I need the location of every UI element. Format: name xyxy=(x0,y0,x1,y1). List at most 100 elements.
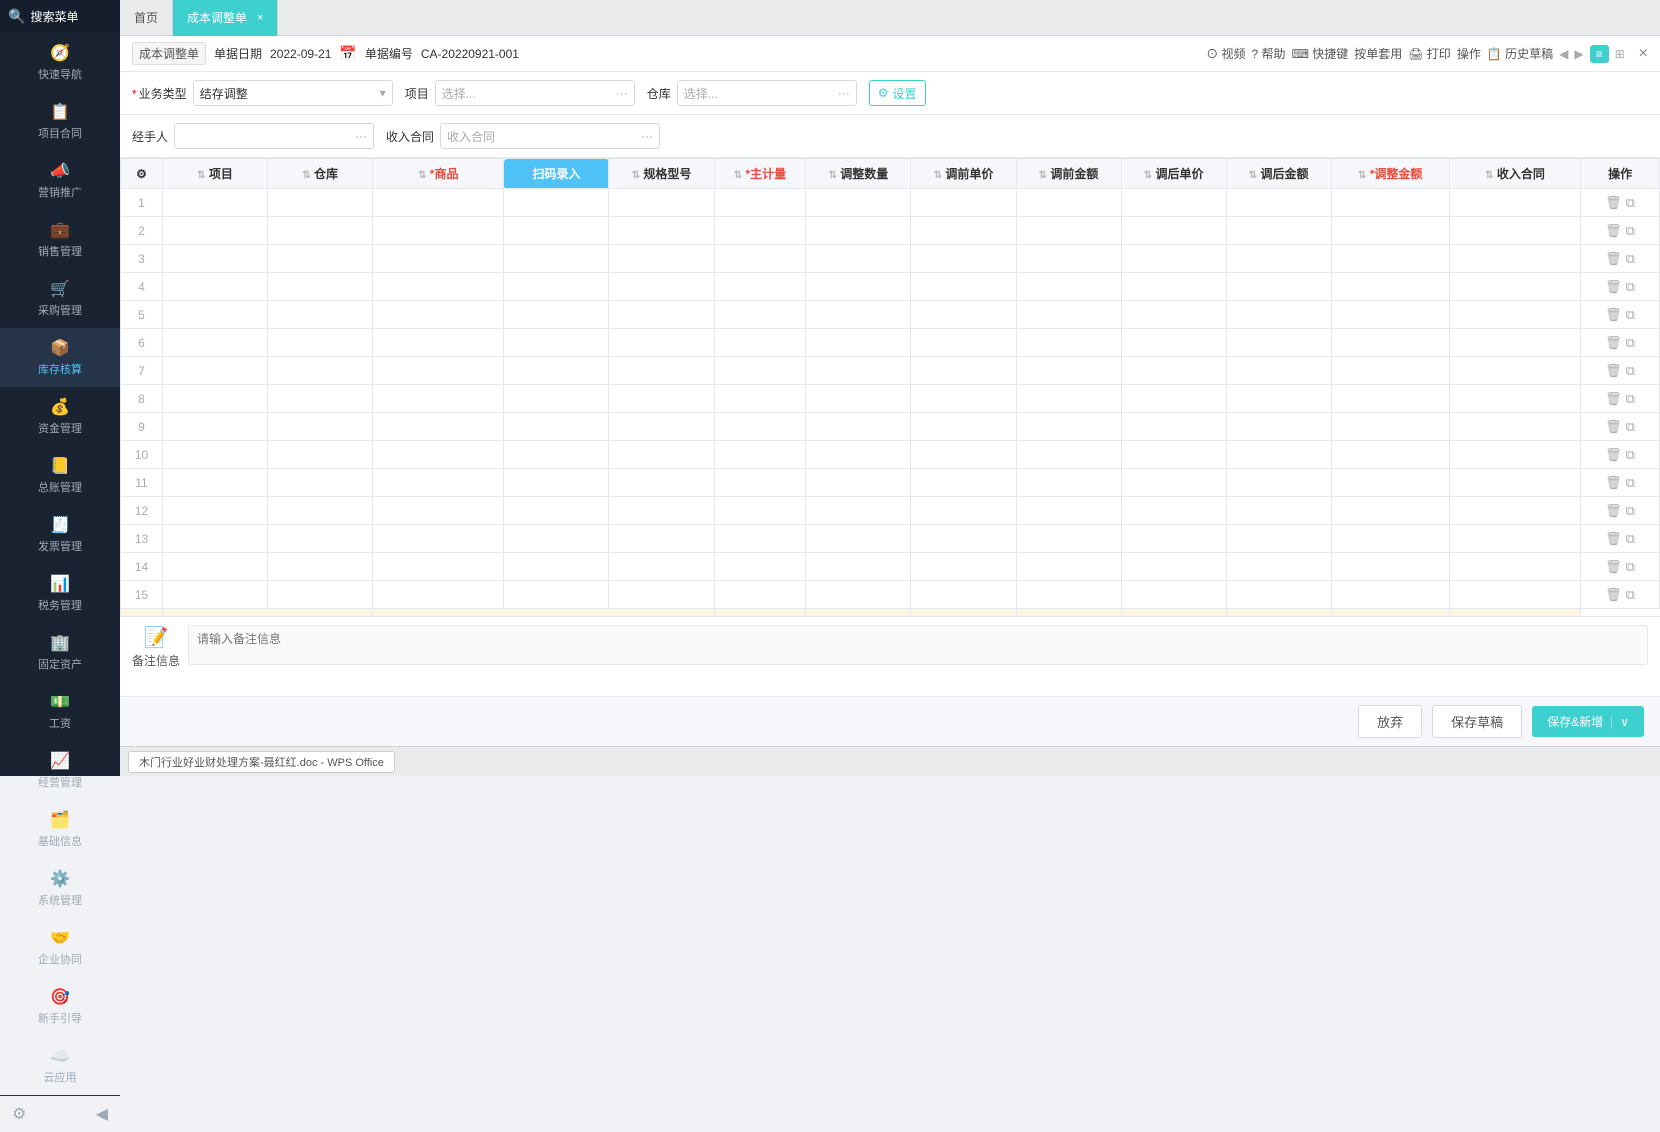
sidebar-item-cloud-apps[interactable]: ☁️ 云应用 xyxy=(0,1036,120,1095)
save-new-button[interactable]: 保存&新增 ∨ xyxy=(1532,706,1644,737)
sidebar-settings-icon[interactable]: ⚙ xyxy=(12,1104,26,1124)
table-cell[interactable] xyxy=(714,525,806,553)
taskbar-item[interactable]: 木门行业好业财处理方案-聂红红.doc - WPS Office xyxy=(128,751,395,773)
table-cell[interactable] xyxy=(1449,217,1580,245)
table-cell[interactable] xyxy=(1449,553,1580,581)
copy-row-icon[interactable]: ⧉ xyxy=(1626,475,1635,490)
table-cell[interactable] xyxy=(911,497,1016,525)
table-cell[interactable] xyxy=(1226,497,1331,525)
table-cell[interactable] xyxy=(1226,329,1331,357)
delete-row-icon[interactable]: 🗑 xyxy=(1605,391,1622,406)
table-cell[interactable] xyxy=(1016,273,1121,301)
copy-row-icon[interactable]: ⧉ xyxy=(1626,307,1635,322)
table-cell[interactable] xyxy=(163,273,268,301)
table-cell[interactable] xyxy=(1331,469,1449,497)
delete-row-icon[interactable]: 🗑 xyxy=(1605,251,1622,266)
sort-icon[interactable]: ⇅ xyxy=(197,170,205,181)
table-cell[interactable] xyxy=(911,469,1016,497)
tab-home[interactable]: 首页 xyxy=(120,0,173,36)
table-cell[interactable] xyxy=(911,553,1016,581)
sort-icon[interactable]: ⇅ xyxy=(829,170,837,181)
sidebar-search[interactable]: 🔍 搜索菜单 xyxy=(0,0,120,33)
table-cell[interactable] xyxy=(1016,217,1121,245)
sidebar-item-enterprise[interactable]: 🤝 企业协同 xyxy=(0,918,120,977)
table-cell[interactable] xyxy=(1226,581,1331,609)
table-cell[interactable] xyxy=(1016,385,1121,413)
col-settings[interactable]: ⚙ xyxy=(121,159,163,189)
copy-row-icon[interactable]: ⧉ xyxy=(1626,419,1635,434)
table-cell[interactable] xyxy=(373,357,504,385)
table-cell[interactable] xyxy=(714,273,806,301)
table-cell[interactable] xyxy=(163,413,268,441)
table-cell[interactable] xyxy=(1121,357,1226,385)
save-draft-button[interactable]: 保存草稿 xyxy=(1432,705,1522,738)
copy-row-icon[interactable]: ⧉ xyxy=(1626,335,1635,350)
sidebar-item-payroll[interactable]: 💵 工资 xyxy=(0,682,120,741)
table-cell[interactable] xyxy=(911,525,1016,553)
apply-btn[interactable]: 按单套用 xyxy=(1354,45,1402,62)
sort-icon[interactable]: ⇅ xyxy=(1144,170,1152,181)
table-cell[interactable] xyxy=(714,413,806,441)
table-cell[interactable] xyxy=(504,441,609,469)
table-cell[interactable] xyxy=(1016,329,1121,357)
table-cell[interactable] xyxy=(1226,189,1331,217)
table-cell[interactable] xyxy=(504,525,609,553)
table-cell[interactable] xyxy=(1449,385,1580,413)
table-cell[interactable] xyxy=(373,525,504,553)
table-cell[interactable] xyxy=(373,217,504,245)
table-cell[interactable] xyxy=(1449,301,1580,329)
sidebar-item-tax[interactable]: 📊 税务管理 xyxy=(0,564,120,623)
table-cell[interactable] xyxy=(806,469,911,497)
col-scan[interactable]: 扫码录入 xyxy=(504,159,609,189)
table-cell[interactable] xyxy=(1121,385,1226,413)
table-cell[interactable] xyxy=(1331,385,1449,413)
table-cell[interactable] xyxy=(1121,217,1226,245)
table-cell[interactable] xyxy=(163,329,268,357)
delete-row-icon[interactable]: 🗑 xyxy=(1605,195,1622,210)
copy-row-icon[interactable]: ⧉ xyxy=(1626,363,1635,378)
table-cell[interactable] xyxy=(806,441,911,469)
table-cell[interactable] xyxy=(911,301,1016,329)
table-cell[interactable] xyxy=(1331,497,1449,525)
table-cell[interactable] xyxy=(806,301,911,329)
tab-cost-adjust[interactable]: 成本调整单 × xyxy=(173,0,278,36)
warehouse-input[interactable]: 选择... ··· xyxy=(677,80,857,106)
table-cell[interactable] xyxy=(1449,273,1580,301)
table-cell[interactable] xyxy=(806,581,911,609)
table-cell[interactable] xyxy=(1449,497,1580,525)
table-cell[interactable] xyxy=(609,441,714,469)
table-cell[interactable] xyxy=(911,217,1016,245)
sort-icon[interactable]: ⇅ xyxy=(1358,170,1366,181)
table-cell[interactable] xyxy=(1121,413,1226,441)
table-cell[interactable] xyxy=(504,189,609,217)
table-cell[interactable] xyxy=(806,273,911,301)
table-cell[interactable] xyxy=(609,189,714,217)
copy-row-icon[interactable]: ⧉ xyxy=(1626,559,1635,574)
table-cell[interactable] xyxy=(1331,357,1449,385)
table-cell[interactable] xyxy=(373,301,504,329)
delete-row-icon[interactable]: 🗑 xyxy=(1605,335,1622,350)
table-cell[interactable] xyxy=(806,189,911,217)
sort-icon[interactable]: ⇅ xyxy=(632,170,640,181)
table-cell[interactable] xyxy=(609,273,714,301)
table-cell[interactable] xyxy=(806,553,911,581)
table-cell[interactable] xyxy=(911,329,1016,357)
table-cell[interactable] xyxy=(163,385,268,413)
table-cell[interactable] xyxy=(1331,525,1449,553)
table-cell[interactable] xyxy=(1449,441,1580,469)
delete-row-icon[interactable]: 🗑 xyxy=(1605,307,1622,322)
table-cell[interactable] xyxy=(1331,581,1449,609)
table-cell[interactable] xyxy=(1226,413,1331,441)
delete-row-icon[interactable]: 🗑 xyxy=(1605,503,1622,518)
table-cell[interactable] xyxy=(911,357,1016,385)
table-cell[interactable] xyxy=(1331,329,1449,357)
table-cell[interactable] xyxy=(714,217,806,245)
table-cell[interactable] xyxy=(1226,357,1331,385)
table-cell[interactable] xyxy=(911,441,1016,469)
table-cell[interactable] xyxy=(163,441,268,469)
table-cell[interactable] xyxy=(1449,413,1580,441)
table-cell[interactable] xyxy=(714,441,806,469)
table-cell[interactable] xyxy=(1016,357,1121,385)
handler-input[interactable]: ··· xyxy=(174,123,374,149)
delete-row-icon[interactable]: 🗑 xyxy=(1605,223,1622,238)
